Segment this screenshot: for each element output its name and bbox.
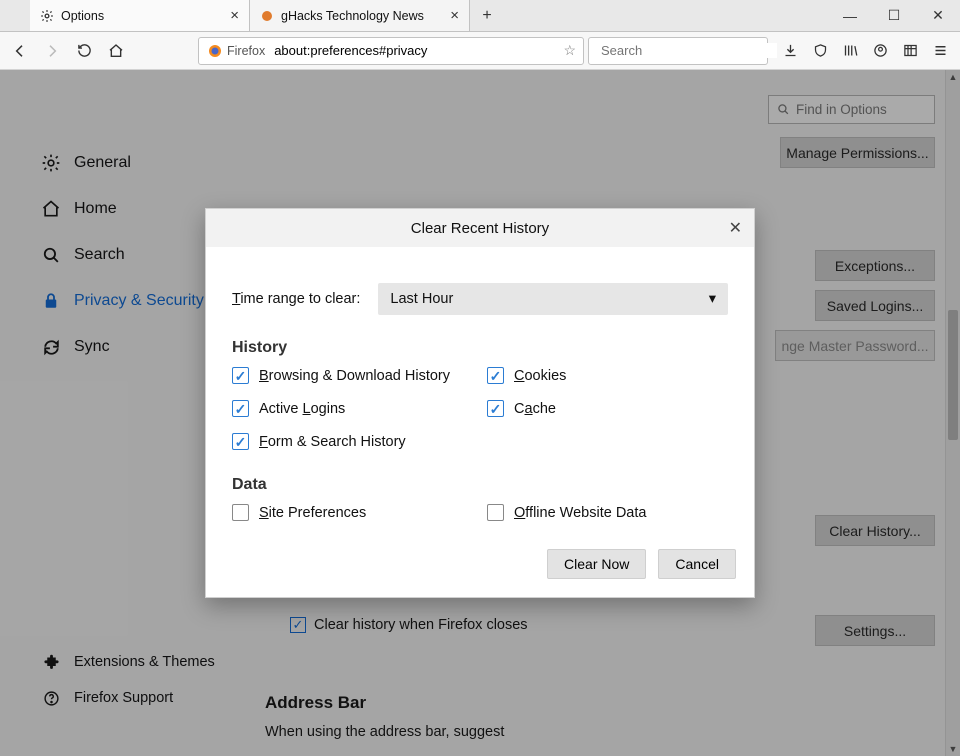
- reload-button[interactable]: [70, 37, 98, 65]
- forward-button[interactable]: [38, 37, 66, 65]
- checkbox-active-logins[interactable]: Active Logins: [232, 400, 487, 417]
- close-icon[interactable]: ✕: [729, 218, 742, 238]
- checkbox-offline-data[interactable]: Offline Website Data: [487, 504, 728, 521]
- nav-toolbar: Firefox ☆: [0, 32, 960, 70]
- gear-icon: [40, 9, 54, 23]
- tab-label: gHacks Technology News: [281, 9, 424, 23]
- new-tab-button[interactable]: +: [470, 0, 504, 31]
- search-bar[interactable]: [588, 37, 768, 65]
- library-icon[interactable]: [836, 37, 864, 65]
- url-input[interactable]: [270, 43, 563, 58]
- sidebar-icon[interactable]: [896, 37, 924, 65]
- shield-icon[interactable]: [806, 37, 834, 65]
- checkbox-form-history[interactable]: Form & Search History: [232, 433, 487, 450]
- dialog-title: Clear Recent History: [411, 220, 549, 237]
- minimize-button[interactable]: —: [828, 0, 872, 31]
- site-favicon: [260, 9, 274, 23]
- downloads-icon[interactable]: [776, 37, 804, 65]
- back-button[interactable]: [6, 37, 34, 65]
- close-icon[interactable]: ×: [230, 7, 239, 24]
- data-section-heading: Data: [232, 476, 728, 494]
- url-bar[interactable]: Firefox ☆: [198, 37, 584, 65]
- checkbox-browsing-history[interactable]: Browsing & Download History: [232, 367, 487, 384]
- clear-history-dialog: Clear Recent History ✕ Time range to cle…: [205, 208, 755, 598]
- clear-now-button[interactable]: Clear Now: [547, 549, 646, 579]
- identity-box[interactable]: Firefox: [203, 44, 270, 58]
- maximize-button[interactable]: ☐: [872, 0, 916, 31]
- content-area: General Home Search Privacy & Security S…: [0, 70, 960, 756]
- menu-icon[interactable]: [926, 37, 954, 65]
- checkbox-site-preferences[interactable]: Site Preferences: [232, 504, 487, 521]
- window-controls: — ☐ ✕: [828, 0, 960, 31]
- close-icon[interactable]: ×: [450, 7, 459, 24]
- chevron-down-icon: ▾: [709, 291, 716, 307]
- tab-strip: Options × gHacks Technology News × +: [30, 0, 504, 31]
- home-button[interactable]: [102, 37, 130, 65]
- tab-label: Options: [61, 9, 104, 23]
- account-icon[interactable]: [866, 37, 894, 65]
- checkbox-cookies[interactable]: Cookies: [487, 367, 728, 384]
- bookmark-star-icon[interactable]: ☆: [563, 42, 579, 59]
- firefox-icon: [208, 44, 222, 58]
- history-section-heading: History: [232, 339, 728, 357]
- tab-options[interactable]: Options ×: [30, 0, 250, 31]
- cancel-button[interactable]: Cancel: [658, 549, 736, 579]
- time-range-label: Time range to clear:: [232, 291, 360, 307]
- time-range-dropdown[interactable]: Last Hour ▾: [378, 283, 728, 315]
- tab-ghacks[interactable]: gHacks Technology News ×: [250, 0, 470, 31]
- dialog-title-bar: Clear Recent History ✕: [206, 209, 754, 247]
- checkbox-cache[interactable]: Cache: [487, 400, 728, 417]
- close-window-button[interactable]: ✕: [916, 0, 960, 31]
- window-titlebar: Options × gHacks Technology News × + — ☐…: [0, 0, 960, 32]
- search-input[interactable]: [601, 43, 777, 58]
